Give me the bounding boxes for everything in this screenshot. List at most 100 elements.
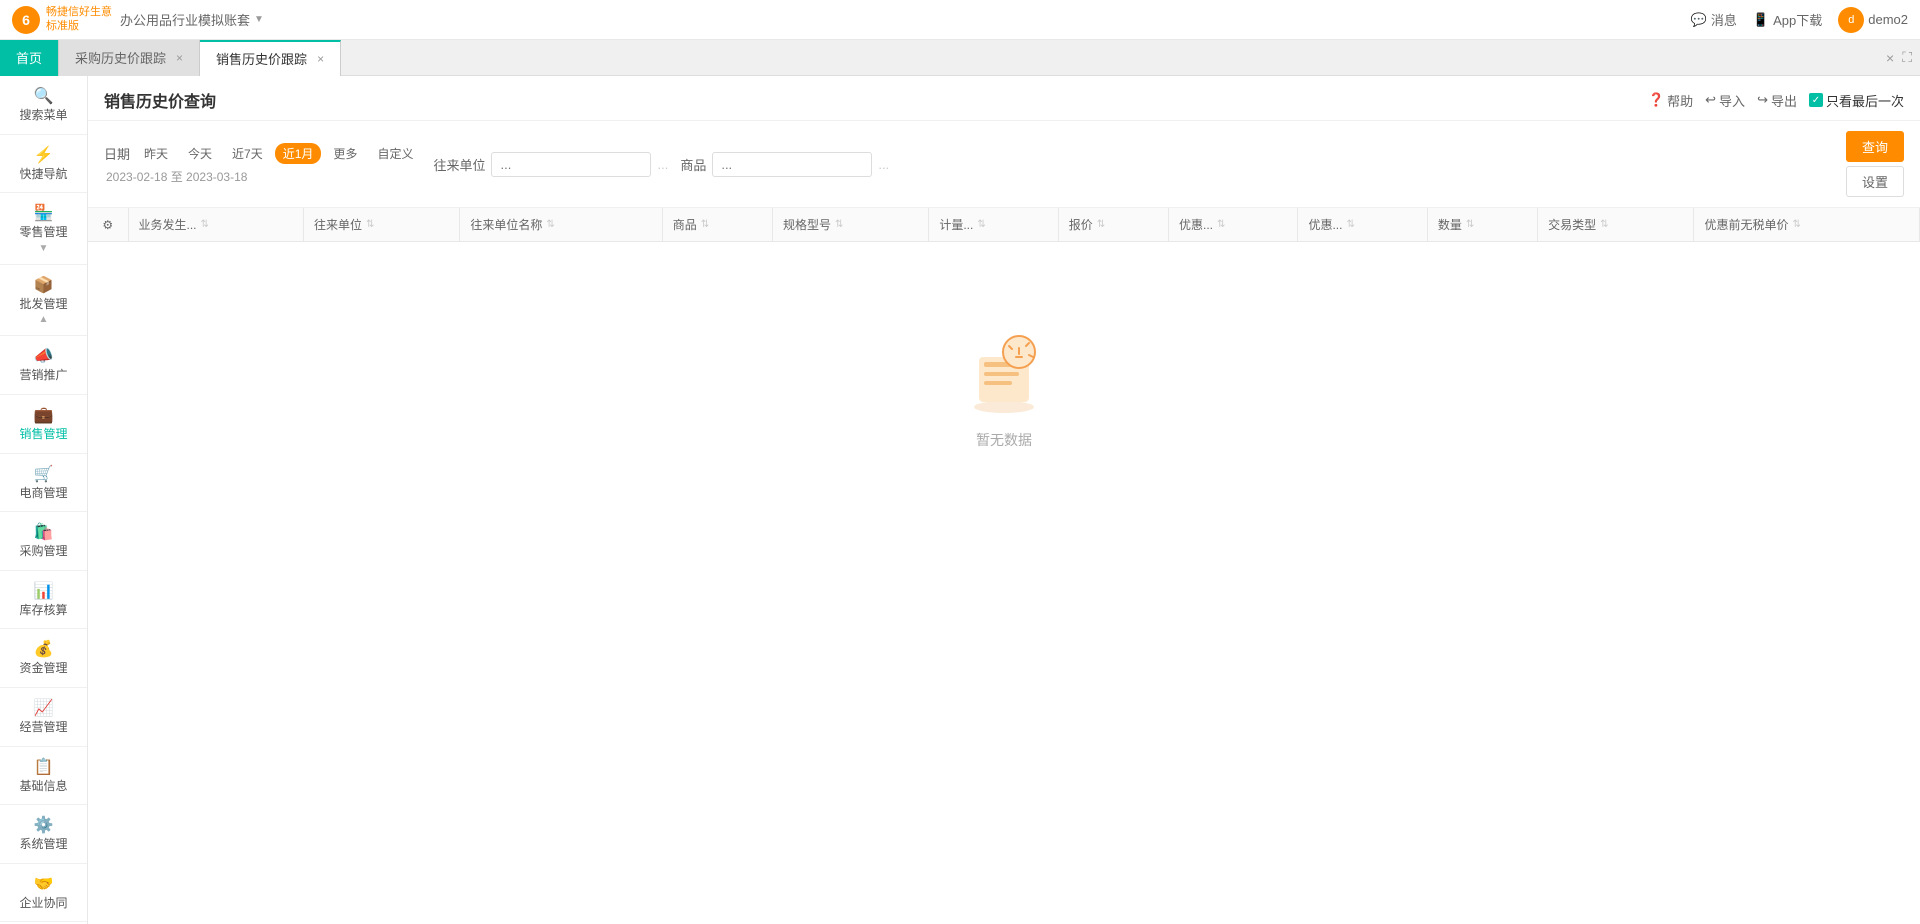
tab-close-all-icon[interactable]: ×	[1886, 50, 1894, 66]
message-icon: 💬	[1691, 12, 1707, 28]
download-icon: 📱	[1753, 12, 1769, 28]
sales-mgmt-icon: 💼	[34, 405, 54, 425]
th-partner-code[interactable]: 往来单位 ⇅	[304, 208, 460, 242]
help-icon: ❓	[1648, 92, 1664, 108]
sidebar-item-search-menu[interactable]: 🔍 搜索菜单	[0, 76, 87, 135]
filter-bar: 日期 昨天 今天 近7天 近1月 更多 自定义 2023-02-18 至 202…	[88, 121, 1920, 208]
sort-icon-product: ⇅	[701, 219, 709, 230]
date-range-display: 2023-02-18 至 2023-03-18	[106, 168, 421, 185]
app-name-label: 办公用品行业模拟账套	[120, 10, 250, 29]
sidebar-item-operation-mgmt[interactable]: 📈 经营管理	[0, 688, 87, 747]
top-bar-left: 6 畅捷信好生意 标准版 办公用品行业模拟账套 ▼	[12, 6, 264, 34]
th-pre-tax-price[interactable]: 优惠前无税单价 ⇅	[1694, 208, 1920, 242]
sidebar-item-quick-nav[interactable]: ⚡ 快捷导航	[0, 135, 87, 194]
sort-icon-trade-type: ⇅	[1600, 219, 1608, 230]
sort-icon-discount2: ⇅	[1346, 219, 1354, 230]
date-filter-group: 日期 昨天 今天 近7天 近1月 更多 自定义	[104, 143, 421, 164]
date-btn-more[interactable]: 更多	[325, 143, 365, 164]
sidebar-item-enterprise-coop[interactable]: 🤝 企业协同	[0, 864, 87, 923]
date-btn-custom[interactable]: 自定义	[369, 143, 421, 164]
user-area[interactable]: d demo2	[1838, 7, 1908, 33]
column-settings-icon[interactable]: ⚙	[102, 218, 113, 232]
sidebar-item-finance-mgmt[interactable]: 💰 资金管理	[0, 629, 87, 688]
th-product[interactable]: 商品 ⇅	[662, 208, 772, 242]
tab-purchase-close[interactable]: ×	[176, 51, 183, 65]
tab-sales-history[interactable]: 销售历史价跟踪 ×	[200, 40, 341, 76]
retail-expand-icon: ▼	[39, 243, 49, 254]
sidebar-item-sales-mgmt[interactable]: 💼 销售管理	[0, 395, 87, 454]
purchase-mgmt-icon: 🛍️	[34, 522, 54, 542]
sidebar-item-system-mgmt[interactable]: ⚙️ 系统管理	[0, 805, 87, 864]
app-download-btn[interactable]: 📱 App下载	[1753, 10, 1822, 29]
th-biz-date[interactable]: 业务发生... ⇅	[128, 208, 304, 242]
sort-icon-quantity: ⇅	[1466, 219, 1474, 230]
tab-purchase-history[interactable]: 采购历史价跟踪 ×	[59, 40, 200, 76]
th-discount1[interactable]: 优惠... ⇅	[1169, 208, 1298, 242]
settings-button[interactable]: 设置	[1846, 166, 1904, 197]
sidebar-item-base-info[interactable]: 📋 基础信息	[0, 747, 87, 806]
app-dropdown-arrow[interactable]: ▼	[254, 14, 264, 25]
export-btn[interactable]: ↪ 导出	[1757, 91, 1797, 110]
quick-nav-icon: ⚡	[34, 145, 54, 165]
sidebar-item-wholesale-mgmt[interactable]: 📦 批发管理 ▲	[0, 265, 87, 337]
product-dots: ...	[878, 157, 889, 172]
th-spec[interactable]: 规格型号 ⇅	[773, 208, 929, 242]
sidebar: 🔍 搜索菜单 ⚡ 快捷导航 🏪 零售管理 ▼ 📦 批发管理 ▲ 📣 营销推广 💼…	[0, 76, 88, 924]
tab-bar-actions: × ⛶	[1886, 49, 1920, 66]
date-btn-last7days[interactable]: 近7天	[224, 143, 271, 164]
sidebar-item-inventory[interactable]: 📊 库存核算	[0, 571, 87, 630]
page-title: 销售历史价查询	[104, 88, 216, 112]
retail-mgmt-icon: 🏪	[34, 203, 54, 223]
only-last-label[interactable]: ✓ 只看最后一次	[1809, 91, 1904, 110]
sidebar-item-marketing[interactable]: 📣 营销推广	[0, 336, 87, 395]
th-settings[interactable]: ⚙	[88, 208, 128, 242]
message-btn[interactable]: 💬 消息	[1691, 10, 1737, 29]
date-btn-last1month[interactable]: 近1月	[275, 143, 322, 164]
th-trade-type[interactable]: 交易类型 ⇅	[1538, 208, 1694, 242]
tab-fullscreen-icon[interactable]: ⛶	[1902, 49, 1912, 66]
th-partner-name[interactable]: 往来单位名称 ⇅	[460, 208, 662, 242]
page-actions: ❓ 帮助 ↩ 导入 ↪ 导出 ✓ 只看最后一次	[1648, 91, 1904, 110]
enterprise-coop-icon: 🤝	[34, 874, 54, 894]
table-head: ⚙ 业务发生... ⇅ 往来单位 ⇅	[88, 208, 1920, 242]
base-info-icon: 📋	[34, 757, 54, 777]
tab-purchase-label: 采购历史价跟踪	[75, 48, 166, 67]
date-btn-yesterday[interactable]: 昨天	[136, 143, 176, 164]
product-filter-group: 商品 ...	[680, 152, 889, 177]
sort-icon-pre-tax-price: ⇅	[1792, 219, 1800, 230]
query-button[interactable]: 查询	[1846, 131, 1904, 162]
partner-filter-group: 往来单位 ...	[433, 152, 668, 177]
sidebar-item-purchase-mgmt[interactable]: 🛍️ 采购管理	[0, 512, 87, 571]
app-name-area[interactable]: 办公用品行业模拟账套 ▼	[120, 10, 264, 29]
top-bar: 6 畅捷信好生意 标准版 办公用品行业模拟账套 ▼ 💬 消息 📱 App下载 d…	[0, 0, 1920, 40]
content-area: 销售历史价查询 ❓ 帮助 ↩ 导入 ↪ 导出 ✓ 只看最后一次	[88, 76, 1920, 924]
date-buttons: 昨天 今天 近7天 近1月 更多 自定义	[136, 143, 421, 164]
product-filter-label: 商品	[680, 155, 706, 174]
date-filter-section: 日期 昨天 今天 近7天 近1月 更多 自定义 2023-02-18 至 202…	[104, 143, 421, 185]
tab-home[interactable]: 首页	[0, 40, 59, 76]
product-filter-input[interactable]	[712, 152, 872, 177]
import-btn[interactable]: ↩ 导入	[1705, 91, 1745, 110]
sidebar-item-ecommerce-mgmt[interactable]: 🛒 电商管理	[0, 454, 87, 513]
th-unit[interactable]: 计量... ⇅	[929, 208, 1058, 242]
tab-home-label: 首页	[16, 48, 42, 67]
main-layout: 🔍 搜索菜单 ⚡ 快捷导航 🏪 零售管理 ▼ 📦 批发管理 ▲ 📣 营销推广 💼…	[0, 76, 1920, 924]
date-btn-today[interactable]: 今天	[180, 143, 220, 164]
page-header: 销售历史价查询 ❓ 帮助 ↩ 导入 ↪ 导出 ✓ 只看最后一次	[88, 76, 1920, 121]
date-filter-label: 日期	[104, 144, 130, 163]
finance-mgmt-icon: 💰	[34, 639, 54, 659]
logo-text: 畅捷信好生意 标准版	[46, 6, 112, 32]
th-discount2[interactable]: 优惠... ⇅	[1298, 208, 1427, 242]
marketing-icon: 📣	[34, 346, 54, 366]
sidebar-item-retail-mgmt[interactable]: 🏪 零售管理 ▼	[0, 193, 87, 265]
empty-text: 暂无数据	[976, 430, 1032, 450]
tab-sales-close[interactable]: ×	[317, 52, 324, 66]
sort-icon-unit: ⇅	[977, 219, 985, 230]
only-last-checkbox[interactable]: ✓	[1809, 93, 1823, 107]
ecommerce-mgmt-icon: 🛒	[34, 464, 54, 484]
th-quote[interactable]: 报价 ⇅	[1058, 208, 1168, 242]
empty-illustration	[954, 322, 1054, 422]
th-quantity[interactable]: 数量 ⇅	[1427, 208, 1537, 242]
help-btn[interactable]: ❓ 帮助	[1648, 91, 1693, 110]
partner-filter-input[interactable]	[491, 152, 651, 177]
